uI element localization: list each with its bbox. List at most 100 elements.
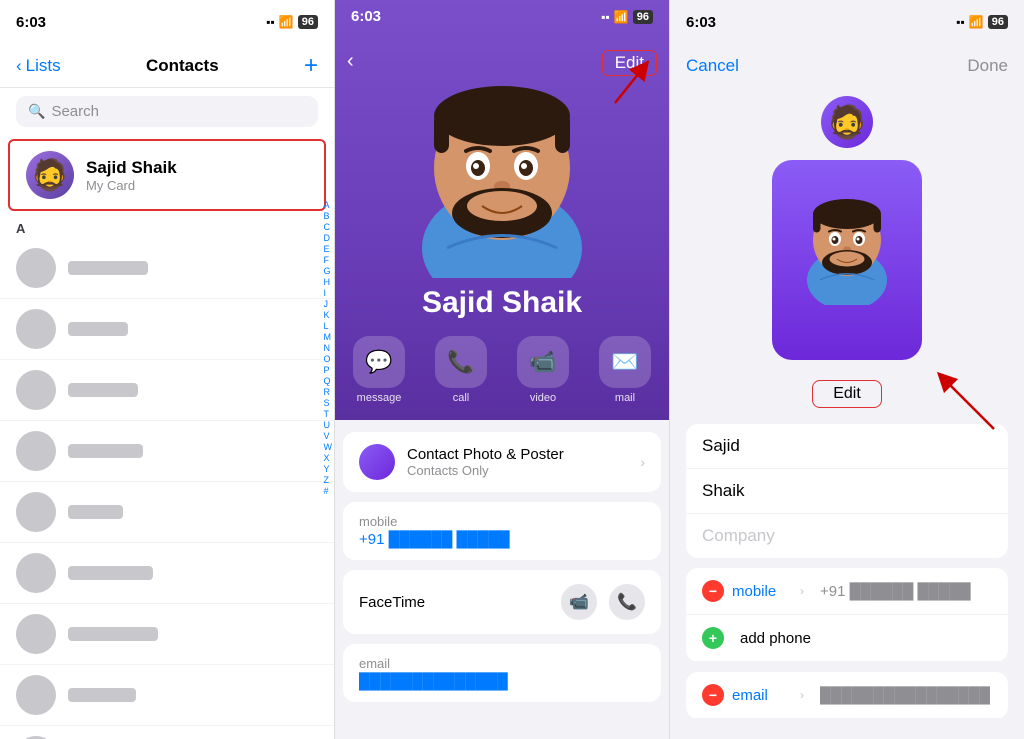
email-value[interactable]: ██████████████: [359, 673, 508, 690]
time-1: 6:03: [16, 14, 46, 31]
list-item[interactable]: [0, 238, 334, 299]
facetime-actions: 📹 📞: [561, 584, 645, 620]
contact-poster-card: Contact Photo & Poster Contacts Only ›: [343, 432, 661, 492]
alpha-x[interactable]: X: [324, 453, 333, 463]
first-name-field[interactable]: Sajid: [702, 436, 992, 456]
poster-row[interactable]: Contact Photo & Poster Contacts Only ›: [343, 432, 661, 492]
company-row[interactable]: Company: [686, 514, 1008, 558]
wifi-icon-2: 📶: [614, 10, 629, 24]
alpha-a[interactable]: A: [324, 200, 333, 210]
mail-action[interactable]: ✉️ mail: [592, 336, 658, 404]
alpha-o[interactable]: O: [324, 354, 333, 364]
list-item[interactable]: [0, 299, 334, 360]
alpha-t[interactable]: T: [324, 409, 333, 419]
alphabet-index[interactable]: A B C D E F G H I J K L M N O P Q R S T …: [324, 200, 333, 496]
email-label: email: [359, 656, 508, 671]
done-button[interactable]: Done: [967, 56, 1008, 76]
video-action[interactable]: 📹 video: [510, 336, 576, 404]
alpha-p[interactable]: P: [324, 365, 333, 375]
alpha-q[interactable]: Q: [324, 376, 333, 386]
contact-detail-content: Contact Photo & Poster Contacts Only › m…: [335, 420, 669, 739]
contact-name-blurred: [68, 505, 123, 519]
time-3: 6:03: [686, 14, 716, 31]
alpha-c[interactable]: C: [324, 222, 333, 232]
alpha-hash[interactable]: #: [324, 486, 333, 496]
alpha-e[interactable]: E: [324, 244, 333, 254]
detail-back-button[interactable]: ‹: [347, 50, 354, 73]
alpha-z[interactable]: Z: [324, 475, 333, 485]
email-edit-row: − email › ████████████████: [686, 672, 1008, 719]
action-buttons: 💬 message 📞 call 📹 video ✉️ mail: [335, 336, 670, 404]
alpha-j[interactable]: J: [324, 299, 333, 309]
time-2: 6:03: [351, 8, 381, 25]
alpha-r[interactable]: R: [324, 387, 333, 397]
list-item[interactable]: [0, 421, 334, 482]
alpha-u[interactable]: U: [324, 420, 333, 430]
list-item[interactable]: [0, 360, 334, 421]
first-name-row[interactable]: Sajid: [686, 424, 1008, 469]
alpha-n[interactable]: N: [324, 343, 333, 353]
alpha-l[interactable]: L: [324, 321, 333, 331]
status-icons-1: ▪▪ 📶 96: [266, 15, 318, 29]
list-item[interactable]: [0, 726, 334, 739]
alpha-i[interactable]: I: [324, 288, 333, 298]
mail-icon: ✉️: [599, 336, 651, 388]
add-contact-button[interactable]: +: [304, 52, 318, 80]
edit-photo-button[interactable]: Edit: [812, 380, 882, 408]
lists-label: Lists: [26, 56, 61, 76]
edit-photo-card[interactable]: [772, 160, 922, 360]
alpha-y[interactable]: Y: [324, 464, 333, 474]
last-name-row[interactable]: Shaik: [686, 469, 1008, 514]
alpha-k[interactable]: K: [324, 310, 333, 320]
search-input[interactable]: 🔍 Search: [16, 96, 318, 127]
remove-mobile-button[interactable]: −: [702, 580, 724, 602]
alpha-d[interactable]: D: [324, 233, 333, 243]
video-label: video: [530, 392, 556, 404]
list-item[interactable]: [0, 543, 334, 604]
company-field[interactable]: Company: [702, 526, 992, 546]
mobile-edit-value[interactable]: +91 ██████ █████: [820, 583, 992, 600]
last-name-field[interactable]: Shaik: [702, 481, 992, 501]
facetime-video-button[interactable]: 📹: [561, 584, 597, 620]
alpha-v[interactable]: V: [324, 431, 333, 441]
avatar: [16, 553, 56, 593]
alpha-w[interactable]: W: [324, 442, 333, 452]
add-phone-button[interactable]: +: [702, 627, 724, 649]
alpha-g[interactable]: G: [324, 266, 333, 276]
list-item[interactable]: [0, 482, 334, 543]
edit-memoji-svg: [792, 175, 902, 305]
my-card[interactable]: 🧔 Sajid Shaik My Card: [8, 139, 326, 211]
email-edit-value[interactable]: ████████████████: [820, 687, 992, 704]
contact-name-blurred: [68, 261, 148, 275]
remove-email-button[interactable]: −: [702, 684, 724, 706]
call-action[interactable]: 📞 call: [428, 336, 494, 404]
add-phone-label: add phone: [740, 630, 811, 647]
avatar: [16, 431, 56, 471]
name-card: Sajid Shaik Company: [686, 424, 1008, 558]
alpha-f[interactable]: F: [324, 255, 333, 265]
mobile-type-label[interactable]: mobile: [732, 583, 792, 600]
alpha-m[interactable]: M: [324, 332, 333, 342]
list-item[interactable]: [0, 665, 334, 726]
poster-info: Contact Photo & Poster Contacts Only: [407, 446, 628, 478]
alpha-s[interactable]: S: [324, 398, 333, 408]
mobile-value[interactable]: +91 ██████ █████: [359, 531, 510, 548]
email-edit-card: − email › ████████████████: [686, 672, 1008, 719]
memoji-icon: 🧔: [26, 151, 74, 199]
cancel-button[interactable]: Cancel: [686, 56, 739, 76]
add-phone-row[interactable]: + add phone: [686, 615, 1008, 662]
message-icon: 💬: [353, 336, 405, 388]
edit-avatar-small: 🧔: [821, 96, 873, 148]
email-type-label[interactable]: email: [732, 687, 792, 704]
alpha-h[interactable]: H: [324, 277, 333, 287]
facetime-row: FaceTime 📹 📞: [343, 570, 661, 634]
lists-back-button[interactable]: ‹ Lists: [16, 56, 61, 76]
status-bar-2: 6:03 ▪▪ 📶 96: [335, 0, 669, 33]
message-action[interactable]: 💬 message: [346, 336, 412, 404]
avatar: [16, 614, 56, 654]
alpha-b[interactable]: B: [324, 211, 333, 221]
list-item[interactable]: [0, 604, 334, 665]
status-icons-2: ▪▪ 📶 96: [601, 8, 653, 25]
contact-list: [0, 238, 334, 739]
facetime-audio-button[interactable]: 📞: [609, 584, 645, 620]
